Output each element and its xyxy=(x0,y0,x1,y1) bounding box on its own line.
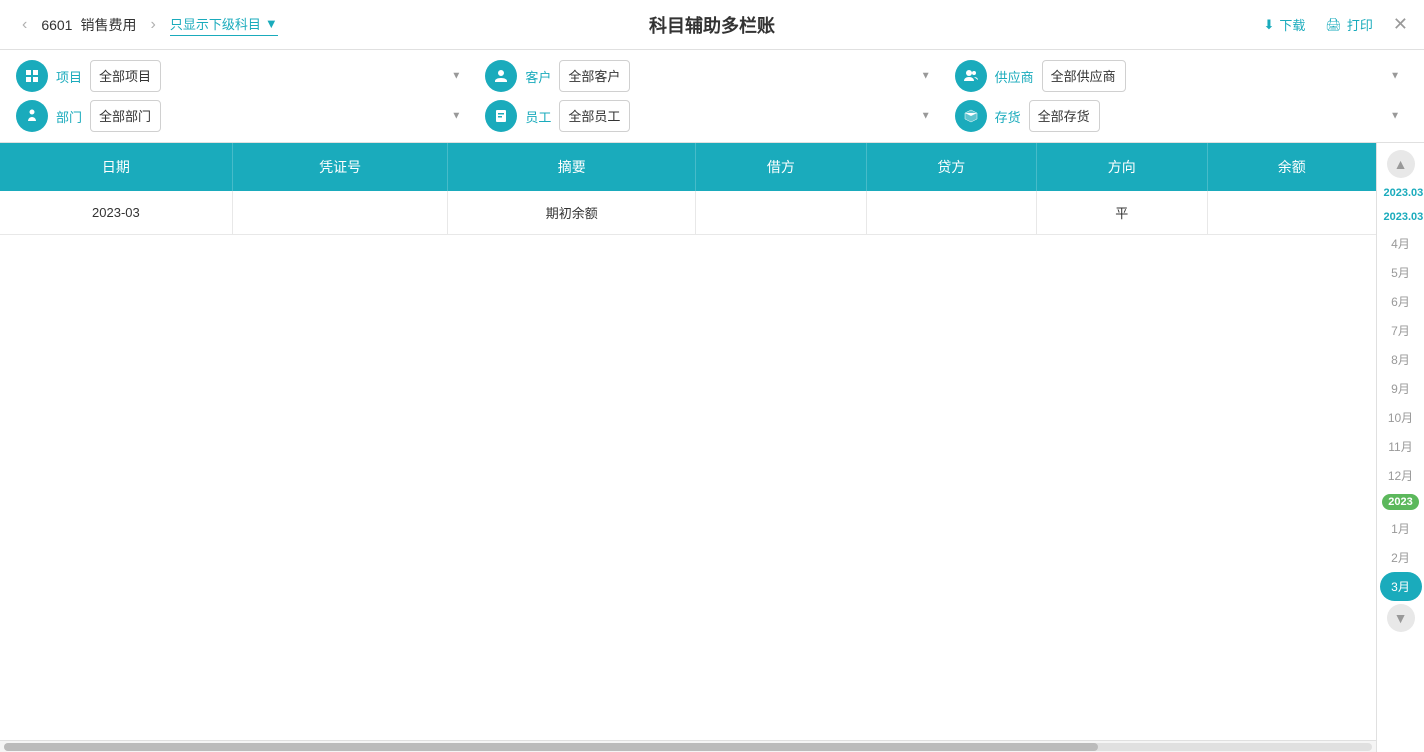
project-icon xyxy=(16,60,48,92)
cell-credit xyxy=(866,191,1036,235)
cell-balance xyxy=(1207,191,1376,235)
show-sub-select-wrapper[interactable]: 只显示下级科目 ▼ xyxy=(170,14,278,36)
download-icon: ⬇ xyxy=(1263,17,1274,33)
title-right: ⬇ 下载 🖨 打印 ✕ xyxy=(1263,14,1408,35)
print-icon: 🖨 xyxy=(1325,17,1342,33)
filter-item-employee: 员工 全部员工 xyxy=(485,100,938,132)
supplier-select-wrapper: 全部供应商 xyxy=(1042,60,1408,92)
dept-label: 部门 xyxy=(56,107,82,126)
dept-select[interactable]: 全部部门 xyxy=(90,100,161,132)
col-debit: 借方 xyxy=(696,143,866,191)
filter-item-inventory: 存货 全部存货 xyxy=(955,100,1408,132)
filter-item-supplier: 供应商 全部供应商 xyxy=(955,60,1408,92)
sidebar-month-item[interactable]: 11月 xyxy=(1380,432,1422,461)
horizontal-scrollbar[interactable] xyxy=(4,743,1372,751)
customer-label: 客户 xyxy=(525,67,551,86)
table-header-row: 日期 凭证号 摘要 借方 贷方 方向 余额 xyxy=(0,143,1376,191)
title-left: ‹ 6601 销售费用 › 只显示下级科目 ▼ xyxy=(16,14,278,36)
filter-item-project: 项目 全部项目 xyxy=(16,60,469,92)
col-summary: 摘要 xyxy=(448,143,696,191)
account-code: 6601 xyxy=(41,17,72,33)
filter-row-1: 项目 全部项目 客户 全部客户 xyxy=(16,60,1408,92)
inventory-select[interactable]: 全部存货 xyxy=(1029,100,1100,132)
next-account-button[interactable]: › xyxy=(144,14,161,36)
sidebar-month-item[interactable]: 9月 xyxy=(1380,374,1422,403)
download-button[interactable]: ⬇ 下载 xyxy=(1263,15,1305,34)
table-area: 日期 凭证号 摘要 借方 贷方 方向 余额 2023-03 期初余额 平 xyxy=(0,143,1376,752)
inventory-select-wrapper: 全部存货 xyxy=(1029,100,1408,132)
data-table: 日期 凭证号 摘要 借方 贷方 方向 余额 2023-03 期初余额 平 xyxy=(0,143,1376,235)
customer-select-wrapper: 全部客户 xyxy=(559,60,938,92)
chevron-down-icon: ▼ xyxy=(265,16,278,31)
prev-account-button[interactable]: ‹ xyxy=(16,14,33,36)
inventory-label: 存货 xyxy=(995,107,1021,126)
scroll-area[interactable]: 日期 凭证号 摘要 借方 贷方 方向 余额 2023-03 期初余额 平 xyxy=(0,143,1376,740)
month-sidebar: ▲ 2023.03 2023.03 4月5月6月7月8月9月10月11月12月 … xyxy=(1376,143,1424,752)
dept-icon xyxy=(16,100,48,132)
customer-select[interactable]: 全部客户 xyxy=(559,60,630,92)
show-sub-label: 只显示下级科目 xyxy=(170,14,261,33)
employee-label: 员工 xyxy=(525,107,551,126)
cell-voucher xyxy=(232,191,448,235)
table-row: 2023-03 期初余额 平 xyxy=(0,191,1376,235)
sidebar-month-item[interactable]: 4月 xyxy=(1380,229,1422,258)
sidebar-month-item[interactable]: 7月 xyxy=(1380,316,1422,345)
project-label: 项目 xyxy=(56,67,82,86)
supplier-label: 供应商 xyxy=(995,67,1034,86)
sidebar-scroll-up-button[interactable]: ▲ xyxy=(1387,150,1415,178)
print-button[interactable]: 🖨 打印 xyxy=(1325,15,1373,34)
employee-icon xyxy=(485,100,517,132)
sidebar-selected-period-2[interactable]: 2023.03 xyxy=(1380,205,1422,229)
sidebar-month-item[interactable]: 5月 xyxy=(1380,258,1422,287)
year-badge: 2023 xyxy=(1382,494,1418,510)
employee-select[interactable]: 全部员工 xyxy=(559,100,630,132)
supplier-icon xyxy=(955,60,987,92)
col-voucher: 凭证号 xyxy=(232,143,448,191)
sidebar-month-item[interactable]: 2月 xyxy=(1380,543,1422,572)
sidebar-scroll-down-button[interactable]: ▼ xyxy=(1387,604,1415,632)
project-select-wrapper: 全部项目 xyxy=(90,60,469,92)
title-bar: ‹ 6601 销售费用 › 只显示下级科目 ▼ 科目辅助多栏账 ⬇ 下载 🖨 打… xyxy=(0,0,1424,50)
col-date: 日期 xyxy=(0,143,232,191)
sidebar-month-item[interactable]: 8月 xyxy=(1380,345,1422,374)
cell-debit xyxy=(696,191,866,235)
filter-area: 项目 全部项目 客户 全部客户 xyxy=(0,50,1424,143)
bottom-scrollbar-bar xyxy=(0,740,1376,752)
main-content: 日期 凭证号 摘要 借方 贷方 方向 余额 2023-03 期初余额 平 xyxy=(0,143,1424,752)
sidebar-month-item[interactable]: 12月 xyxy=(1380,461,1422,490)
col-credit: 贷方 xyxy=(866,143,1036,191)
employee-select-wrapper: 全部员工 xyxy=(559,100,938,132)
project-select[interactable]: 全部项目 xyxy=(90,60,161,92)
page-title: 科目辅助多栏账 xyxy=(649,12,775,38)
col-balance: 余额 xyxy=(1207,143,1376,191)
filter-item-customer: 客户 全部客户 xyxy=(485,60,938,92)
supplier-select[interactable]: 全部供应商 xyxy=(1042,60,1126,92)
account-name: 销售费用 xyxy=(80,15,136,35)
sidebar-month-item[interactable]: 6月 xyxy=(1380,287,1422,316)
sidebar-selected-period-1[interactable]: 2023.03 xyxy=(1380,181,1422,205)
filter-item-dept: 部门 全部部门 xyxy=(16,100,469,132)
customer-icon xyxy=(485,60,517,92)
dept-select-wrapper: 全部部门 xyxy=(90,100,469,132)
filter-row-2: 部门 全部部门 员工 全部员工 xyxy=(16,100,1408,132)
sidebar-month-item[interactable]: 3月 xyxy=(1380,572,1422,601)
main-window: ‹ 6601 销售费用 › 只显示下级科目 ▼ 科目辅助多栏账 ⬇ 下载 🖨 打… xyxy=(0,0,1424,752)
col-direction: 方向 xyxy=(1037,143,1207,191)
close-button[interactable]: ✕ xyxy=(1393,14,1408,35)
sidebar-month-item[interactable]: 10月 xyxy=(1380,403,1422,432)
scrollbar-thumb[interactable] xyxy=(4,743,1098,751)
cell-direction: 平 xyxy=(1037,191,1207,235)
inventory-icon xyxy=(955,100,987,132)
sidebar-month-item[interactable]: 1月 xyxy=(1380,514,1422,543)
cell-summary: 期初余额 xyxy=(448,191,696,235)
cell-date: 2023-03 xyxy=(0,191,232,235)
